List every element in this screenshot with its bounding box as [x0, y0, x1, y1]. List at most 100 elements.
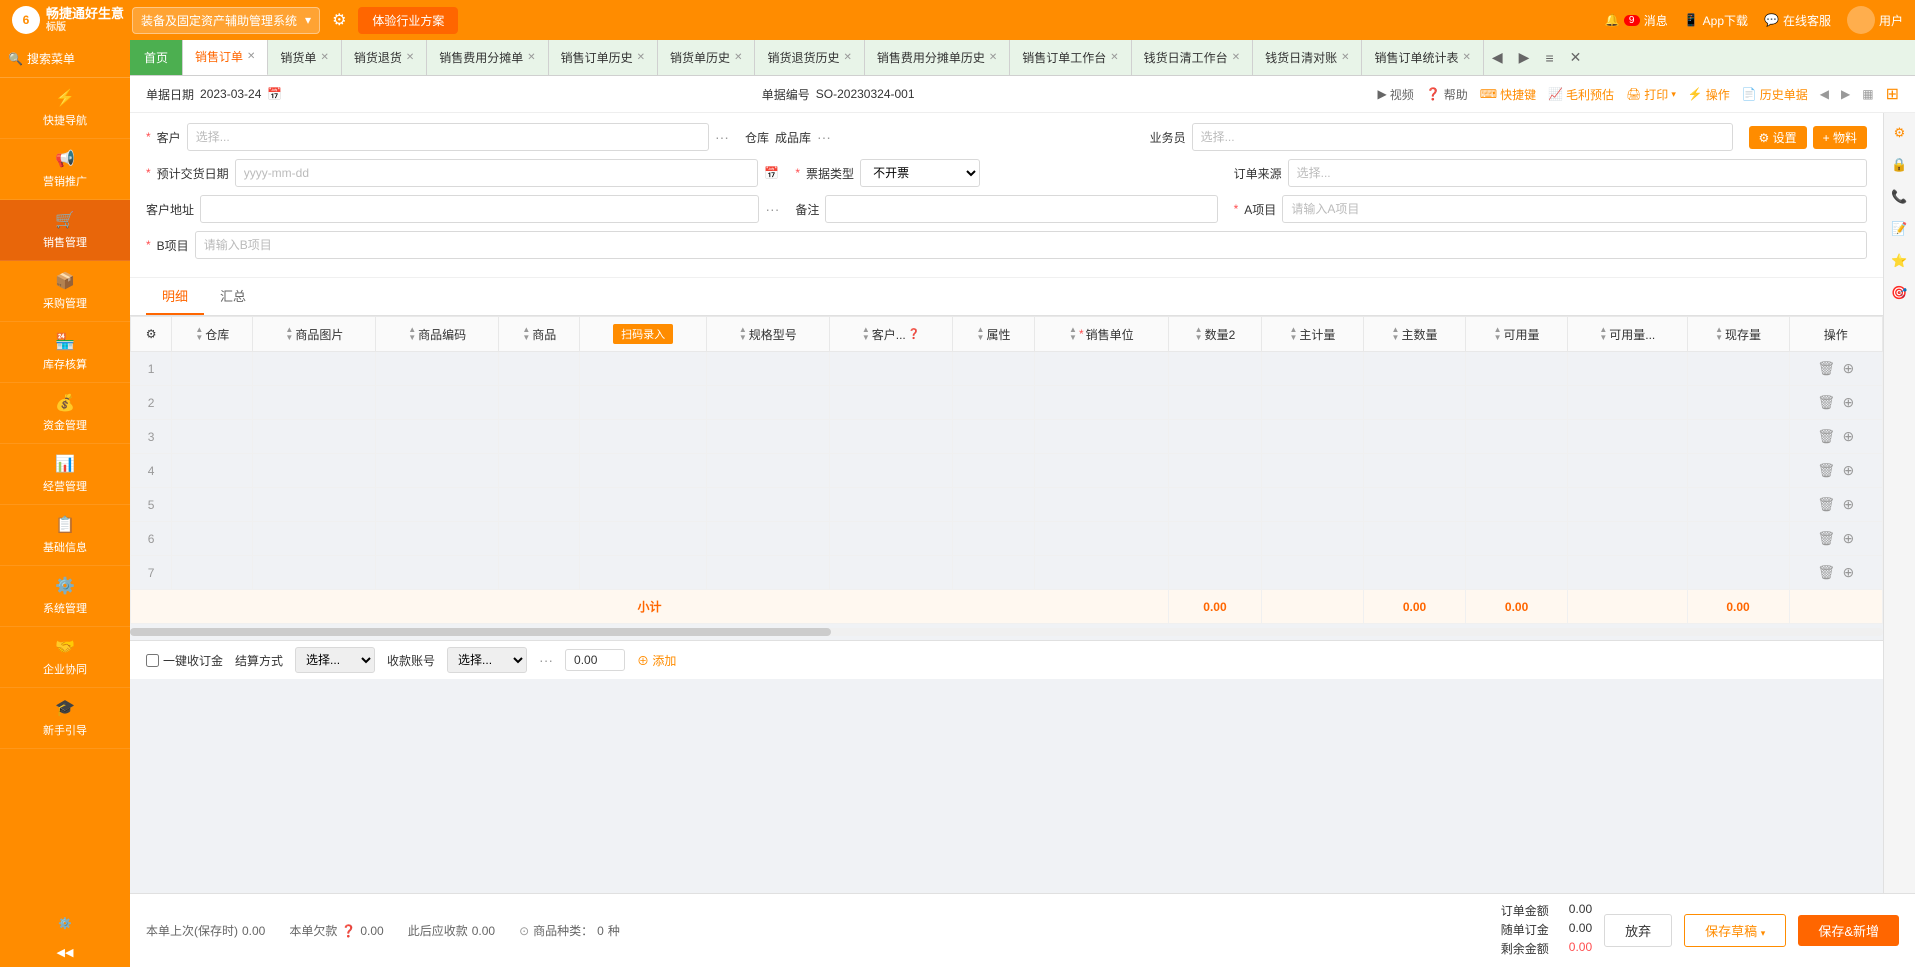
- row-4-available2[interactable]: [1568, 454, 1687, 488]
- settings-btn[interactable]: ⚙ 设置: [1749, 126, 1807, 149]
- row-3-product[interactable]: [499, 420, 580, 454]
- row-6-product[interactable]: [499, 522, 580, 556]
- right-panel-target-btn[interactable]: 🎯: [1888, 281, 1912, 305]
- invoice-select[interactable]: 不开票 开票: [860, 159, 980, 187]
- one-click-checkbox[interactable]: [146, 654, 159, 667]
- tab-sales-return[interactable]: 销货退货 ✕: [342, 40, 427, 76]
- tab-sales-order-close[interactable]: ✕: [247, 51, 255, 62]
- remark-input[interactable]: [825, 195, 1217, 223]
- app-download-item[interactable]: 📱 App下载: [1684, 12, 1748, 29]
- tab-sales-slip-close[interactable]: ✕: [320, 52, 328, 63]
- row-7-main-unit[interactable]: [1261, 556, 1363, 590]
- row-3-warehouse[interactable]: [172, 420, 253, 454]
- tab-daily-reconcile-close[interactable]: ✕: [1341, 52, 1349, 63]
- table-scrollbar[interactable]: [130, 628, 1883, 636]
- row-4-code[interactable]: [376, 454, 499, 488]
- row-7-main-qty[interactable]: [1363, 556, 1465, 590]
- row-2-spec[interactable]: [706, 386, 829, 420]
- row-1-sales-unit[interactable]: [1034, 352, 1168, 386]
- row-2-attribute[interactable]: [953, 386, 1034, 420]
- row-4-main-unit[interactable]: [1261, 454, 1363, 488]
- tab-slip-history-close[interactable]: ✕: [734, 52, 742, 63]
- row-6-main-unit[interactable]: [1261, 522, 1363, 556]
- row-5-available[interactable]: [1466, 488, 1568, 522]
- address-input[interactable]: [200, 195, 759, 223]
- address-dots-btn[interactable]: ···: [765, 201, 779, 217]
- row-3-spec[interactable]: [706, 420, 829, 454]
- row-7-delete-btn[interactable]: 🗑: [1817, 564, 1835, 580]
- sidebar-item-base[interactable]: 📋 基础信息: [0, 505, 130, 566]
- row-7-customer-code[interactable]: [829, 556, 953, 590]
- right-panel-settings-btn[interactable]: ⚙: [1888, 121, 1912, 145]
- row-7-scan[interactable]: [580, 556, 706, 590]
- sidebar-item-inventory[interactable]: 🏪 库存核算: [0, 322, 130, 383]
- discard-button[interactable]: 放弃: [1604, 914, 1672, 947]
- row-6-image[interactable]: [253, 522, 376, 556]
- row-7-attribute[interactable]: [953, 556, 1034, 590]
- sidebar-item-purchase[interactable]: 📦 采购管理: [0, 261, 130, 322]
- sidebar-item-marketing[interactable]: 📢 营销推广: [0, 139, 130, 200]
- row-2-available2[interactable]: [1568, 386, 1687, 420]
- help-action[interactable]: ❓ 帮助: [1426, 86, 1468, 103]
- row-1-image[interactable]: [253, 352, 376, 386]
- online-service-item[interactable]: 💬 在线客服: [1764, 12, 1831, 29]
- order-source-input[interactable]: [1288, 159, 1867, 187]
- sidebar-item-enterprise[interactable]: 🤝 企业协同: [0, 627, 130, 688]
- row-6-customer-code[interactable]: [829, 522, 953, 556]
- row-6-warehouse[interactable]: [172, 522, 253, 556]
- row-7-available[interactable]: [1466, 556, 1568, 590]
- row-3-image[interactable]: [253, 420, 376, 454]
- row-4-qty2[interactable]: [1169, 454, 1262, 488]
- save-new-button[interactable]: 保存&新增: [1798, 915, 1899, 946]
- row-5-delete-btn[interactable]: 🗑: [1817, 496, 1835, 512]
- row-5-available2[interactable]: [1568, 488, 1687, 522]
- row-4-customer-code[interactable]: [829, 454, 953, 488]
- calendar-icon[interactable]: 📅: [267, 87, 282, 101]
- row-1-main-qty[interactable]: [1363, 352, 1465, 386]
- row-4-warehouse[interactable]: [172, 454, 253, 488]
- sidebar-item-quick[interactable]: ⚡ 快捷导航: [0, 78, 130, 139]
- tab-return-history-close[interactable]: ✕: [843, 52, 851, 63]
- tab-order-history-close[interactable]: ✕: [637, 52, 645, 63]
- row-1-copy-btn[interactable]: ⊕: [1842, 360, 1854, 376]
- payment-select[interactable]: 选择...: [295, 647, 375, 673]
- row-7-spec[interactable]: [706, 556, 829, 590]
- sidebar-item-system[interactable]: ⚙️ 系统管理: [0, 566, 130, 627]
- row-6-available2[interactable]: [1568, 522, 1687, 556]
- row-6-qty2[interactable]: [1169, 522, 1262, 556]
- tab-prev-btn[interactable]: ◀: [1484, 40, 1511, 76]
- row-1-delete-btn[interactable]: 🗑: [1817, 360, 1835, 376]
- row-4-scan[interactable]: [580, 454, 706, 488]
- row-5-code[interactable]: [376, 488, 499, 522]
- row-6-available[interactable]: [1466, 522, 1568, 556]
- row-6-spec[interactable]: [706, 522, 829, 556]
- account-dots-btn[interactable]: ···: [539, 652, 553, 668]
- row-2-scan[interactable]: [580, 386, 706, 420]
- save-draft-button[interactable]: 保存草稿 ▾: [1684, 914, 1786, 947]
- row-1-qty2[interactable]: [1169, 352, 1262, 386]
- row-6-scan[interactable]: [580, 522, 706, 556]
- history-action[interactable]: 📄 历史单据: [1742, 86, 1808, 103]
- row-2-warehouse[interactable]: [172, 386, 253, 420]
- row-2-delete-btn[interactable]: 🗑: [1817, 394, 1835, 410]
- row-5-main-unit[interactable]: [1261, 488, 1363, 522]
- row-5-spec[interactable]: [706, 488, 829, 522]
- row-7-sales-unit[interactable]: [1034, 556, 1168, 590]
- row-6-current[interactable]: [1687, 522, 1789, 556]
- row-4-sales-unit[interactable]: [1034, 454, 1168, 488]
- row-7-warehouse[interactable]: [172, 556, 253, 590]
- row-4-delete-btn[interactable]: 🗑: [1817, 462, 1835, 478]
- tab-sales-order[interactable]: 销售订单 ✕: [183, 40, 268, 76]
- tab-expense-history-close[interactable]: ✕: [989, 52, 997, 63]
- staff-input[interactable]: [1192, 123, 1733, 151]
- row-7-available2[interactable]: [1568, 556, 1687, 590]
- row-3-available[interactable]: [1466, 420, 1568, 454]
- row-5-current[interactable]: [1687, 488, 1789, 522]
- tab-order-history[interactable]: 销售订单历史 ✕: [549, 40, 658, 76]
- tab-sales-slip[interactable]: 销货单 ✕: [268, 40, 341, 76]
- tab-daily-reconcile[interactable]: 钱货日清对账 ✕: [1253, 40, 1362, 76]
- nav-prev-icon[interactable]: ◀: [1820, 87, 1829, 101]
- tab-order-workbench-close[interactable]: ✕: [1110, 52, 1118, 63]
- row-1-code[interactable]: [376, 352, 499, 386]
- row-4-spec[interactable]: [706, 454, 829, 488]
